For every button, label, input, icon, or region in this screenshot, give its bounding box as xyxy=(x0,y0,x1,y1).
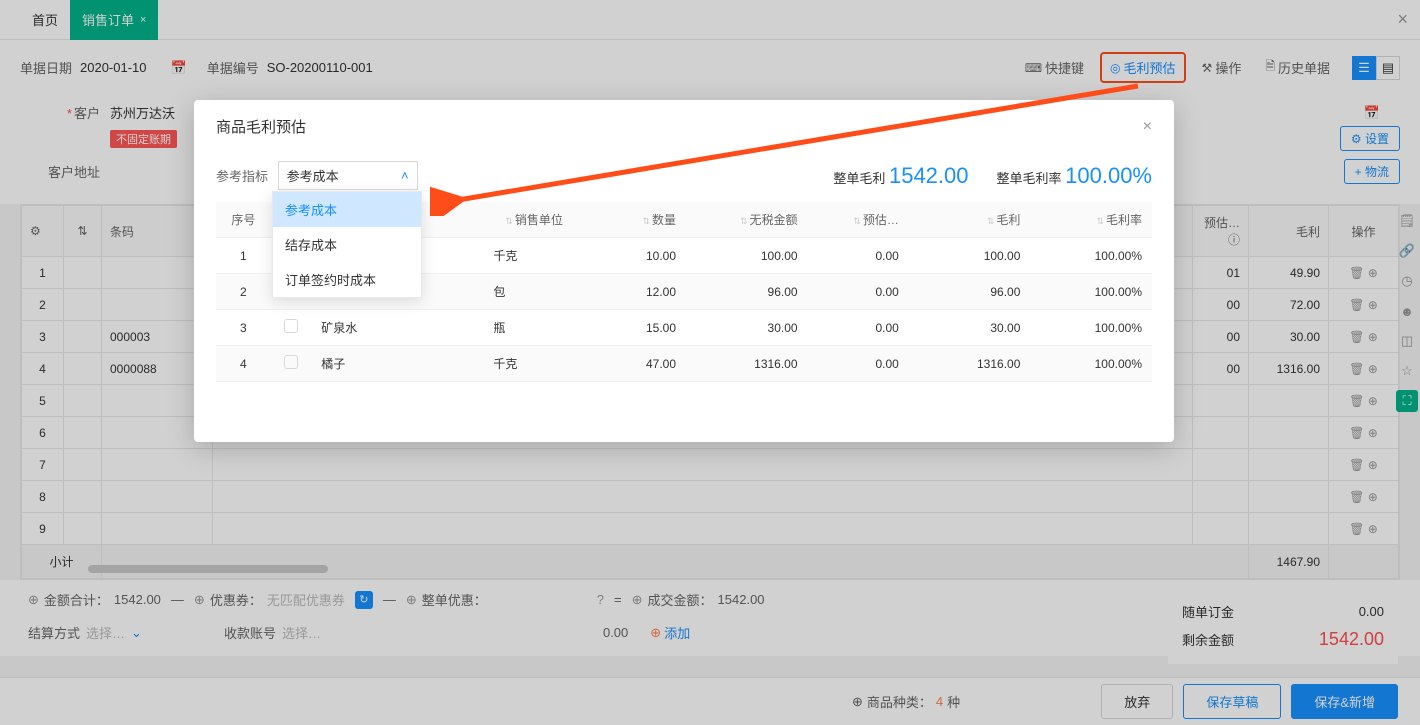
th-idx: 序号 xyxy=(216,202,271,238)
amount-cell: 96.00 xyxy=(686,274,808,310)
estimate-cell: 0.00 xyxy=(808,238,909,274)
rate-cell: 100.00% xyxy=(1030,238,1152,274)
table-row: 3 矿泉水 瓶 15.00 30.00 0.00 30.00 100.00% xyxy=(216,310,1152,346)
row-index: 4 xyxy=(216,346,271,382)
modal-title: 商品毛利预估 xyxy=(216,116,306,137)
th-profit[interactable]: ⇅毛利 xyxy=(909,202,1031,238)
th-rate[interactable]: ⇅毛利率 xyxy=(1030,202,1152,238)
sum-rate-label: 整单毛利率 xyxy=(997,171,1062,186)
rate-cell: 100.00% xyxy=(1030,274,1152,310)
th-estimate[interactable]: ⇅预估… xyxy=(808,202,909,238)
dropdown-option-1[interactable]: 结存成本 xyxy=(273,227,421,262)
table-row: 4 橘子 千克 47.00 1316.00 0.00 1316.00 100.0… xyxy=(216,346,1152,382)
profit-estimate-modal: 商品毛利预估 × 参考指标 参考成本 ˄ 参考成本 结存成本 订单签约时成本 整… xyxy=(194,100,1174,442)
rate-cell: 100.00% xyxy=(1030,310,1152,346)
th-qty[interactable]: ⇅数量 xyxy=(585,202,686,238)
qty-cell: 10.00 xyxy=(585,238,686,274)
sum-profit-value: 1542.00 xyxy=(889,163,969,188)
profit-cell: 1316.00 xyxy=(909,346,1031,382)
qty-cell: 15.00 xyxy=(585,310,686,346)
select-value: 参考成本 xyxy=(287,166,339,185)
product-name: 矿泉水 xyxy=(311,310,483,346)
unit-cell: 瓶 xyxy=(483,310,584,346)
row-checkbox[interactable] xyxy=(284,355,298,369)
qty-cell: 12.00 xyxy=(585,274,686,310)
qty-cell: 47.00 xyxy=(585,346,686,382)
unit-cell: 包 xyxy=(483,274,584,310)
sum-profit-label: 整单毛利 xyxy=(833,171,885,186)
unit-cell: 千克 xyxy=(483,346,584,382)
unit-cell: 千克 xyxy=(483,238,584,274)
row-index: 1 xyxy=(216,238,271,274)
profit-cell: 100.00 xyxy=(909,238,1031,274)
select-label: 参考指标 xyxy=(216,169,268,184)
profit-cell: 30.00 xyxy=(909,310,1031,346)
dropdown-option-2[interactable]: 订单签约时成本 xyxy=(273,262,421,297)
rate-cell: 100.00% xyxy=(1030,346,1152,382)
sum-rate-value: 100.00% xyxy=(1065,163,1152,188)
estimate-cell: 0.00 xyxy=(808,310,909,346)
row-checkbox[interactable] xyxy=(284,319,298,333)
dropdown-option-0[interactable]: 参考成本 xyxy=(273,192,421,227)
th-amount[interactable]: ⇅无税金额 xyxy=(686,202,808,238)
amount-cell: 1316.00 xyxy=(686,346,808,382)
row-index: 2 xyxy=(216,274,271,310)
amount-cell: 100.00 xyxy=(686,238,808,274)
row-index: 3 xyxy=(216,310,271,346)
th-unit[interactable]: ⇅销售单位 xyxy=(483,202,584,238)
reference-select[interactable]: 参考成本 ˄ xyxy=(278,161,418,190)
product-name: 橘子 xyxy=(311,346,483,382)
modal-close-icon[interactable]: × xyxy=(1143,118,1152,136)
chevron-up-icon: ˄ xyxy=(401,168,409,183)
estimate-cell: 0.00 xyxy=(808,346,909,382)
profit-cell: 96.00 xyxy=(909,274,1031,310)
reference-dropdown: 参考成本 结存成本 订单签约时成本 xyxy=(272,191,422,298)
amount-cell: 30.00 xyxy=(686,310,808,346)
estimate-cell: 0.00 xyxy=(808,274,909,310)
